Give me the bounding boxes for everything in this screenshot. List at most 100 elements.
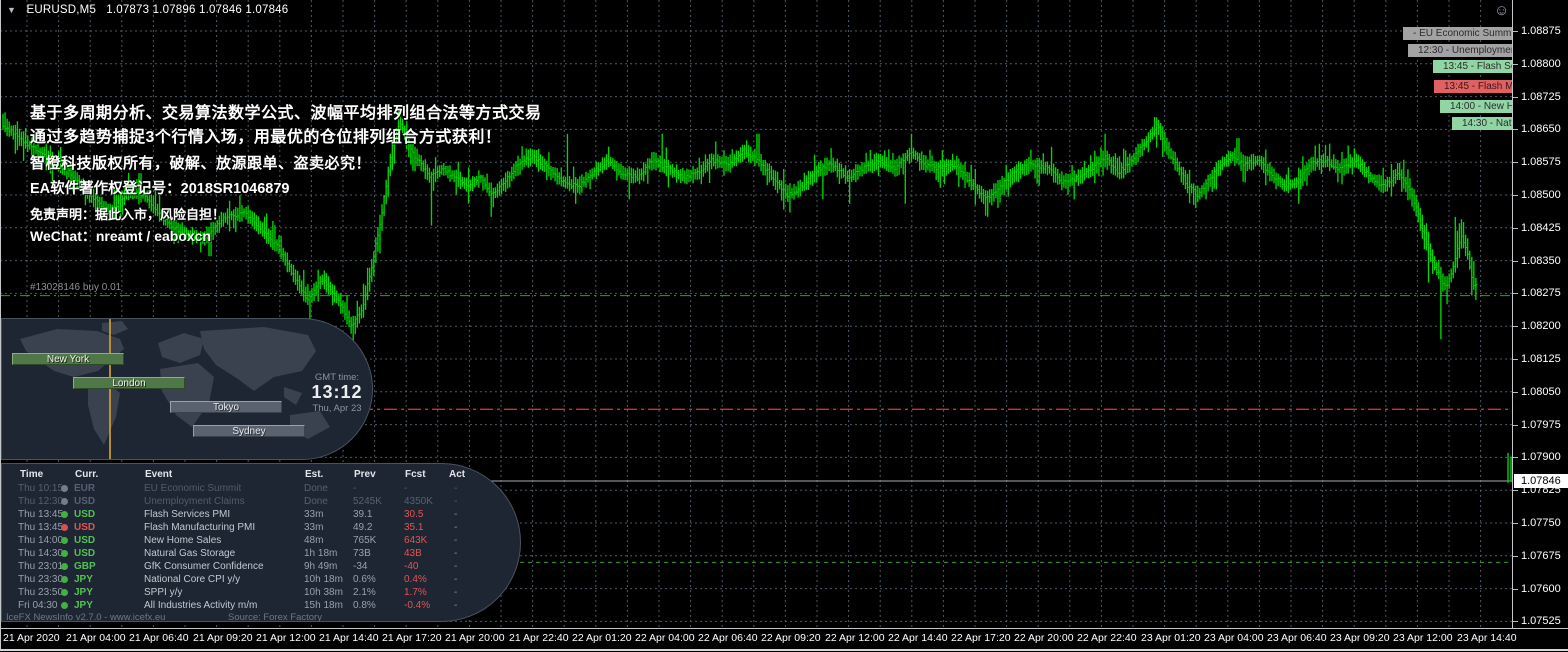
watermark-line-2: 通过多趋势捕捉3个行情入场，用最优的仓位排列组合方式获利！ (30, 123, 501, 147)
window-edge-bottom (0, 649, 1568, 651)
watermark-line-4: EA软件著作权登记号：2018SR1046879 (30, 177, 290, 198)
time-label: 23 Apr 12:00 (1393, 632, 1453, 644)
news-row: Thu 13:45 USD Flash Manufacturing PMI 33… (2, 521, 520, 534)
price-tick (1513, 261, 1518, 262)
price-tick (1513, 31, 1518, 32)
news-panel-source: Source: Forex Factory (228, 612, 322, 622)
price-tick (1513, 425, 1518, 426)
impact-dot-red (61, 524, 68, 531)
impact-dot-green (61, 589, 68, 596)
quote-low: 1.07846 (199, 4, 242, 16)
col-header-event: Event (145, 469, 172, 480)
current-time-marker (109, 319, 111, 460)
time-axis[interactable]: 21 Apr 202021 Apr 04:0021 Apr 06:4021 Ap… (0, 629, 1568, 649)
price-tick (1513, 195, 1518, 196)
price-tick (1513, 162, 1518, 163)
news-row: Thu 13:45 USD Flash Services PMI 33m 39.… (2, 508, 520, 521)
time-label: 22 Apr 01:20 (572, 632, 632, 644)
smiley-icon[interactable]: ☺ (1494, 2, 1509, 19)
impact-dot-green (61, 576, 68, 583)
price-tick (1513, 326, 1518, 327)
axis-separator-horizontal (0, 628, 1568, 629)
session-bar-tokyo: Tokyo (170, 401, 282, 413)
time-label: 21 Apr 12:00 (256, 632, 316, 644)
price-tick (1513, 228, 1518, 229)
impact-dot-green (61, 550, 68, 557)
time-label: 23 Apr 09:20 (1330, 632, 1390, 644)
time-label: 21 Apr 20:00 (445, 632, 505, 644)
mt4-chart-window: ▼ EURUSD,M5 1.07873 1.07896 1.07846 1.07… (0, 0, 1568, 652)
price-tick (1513, 457, 1518, 458)
price-axis[interactable]: 1.088751.088001.087251.086501.085751.085… (1513, 0, 1568, 628)
time-label: 23 Apr 06:40 (1267, 632, 1327, 644)
session-bar-new-york: New York (12, 353, 124, 365)
price-tick (1513, 490, 1518, 491)
news-flag[interactable]: - EU Economic Summit (1403, 27, 1512, 40)
price-label: 1.08875 (1521, 25, 1561, 37)
impact-dot-green (61, 602, 68, 609)
time-label: 21 Apr 09:20 (193, 632, 253, 644)
price-tick (1513, 556, 1518, 557)
news-row: Thu 10:15 EUR EU Economic Summit Done - … (2, 482, 520, 495)
price-label: 1.08125 (1521, 353, 1561, 365)
open-order-label: #13028146 buy 0.01 (30, 282, 121, 293)
gmt-time-value: 13:12 (298, 382, 373, 403)
time-label: 22 Apr 09:20 (761, 632, 821, 644)
time-label: 22 Apr 14:40 (888, 632, 948, 644)
time-label: 21 Apr 17:20 (382, 632, 442, 644)
one-click-trading-icon[interactable]: ▼ (7, 5, 16, 15)
market-sessions-panel: New YorkLondonTokyoSydney GMT time: 13:1… (1, 318, 373, 460)
impact-dot-gray (61, 498, 68, 505)
price-label: 1.08575 (1521, 156, 1561, 168)
price-label: 1.07750 (1521, 517, 1561, 529)
price-tick (1513, 621, 1518, 622)
col-header-time: Time (20, 469, 43, 480)
col-header-fcst: Fcst (405, 469, 426, 480)
news-row: Thu 12:30 USD Unemployment Claims Done 5… (2, 495, 520, 508)
price-tick (1513, 589, 1518, 590)
time-label: 22 Apr 20:00 (1014, 632, 1074, 644)
col-header-act: Act (449, 469, 465, 480)
impact-dot-green (61, 511, 68, 518)
price-label: 1.07900 (1521, 451, 1561, 463)
time-label: 22 Apr 06:40 (698, 632, 758, 644)
quote-close: 1.07846 (245, 4, 288, 16)
window-edge-left (0, 0, 1, 649)
time-label: 22 Apr 04:00 (635, 632, 695, 644)
news-flag[interactable]: 13:45 - Flash Manufacturing PMI (1434, 80, 1512, 93)
col-header-prev: Prev (354, 469, 376, 480)
quote-info-bar[interactable]: ▼ EURUSD,M5 1.07873 1.07896 1.07846 1.07… (7, 4, 288, 16)
time-label: 21 Apr 22:40 (509, 632, 569, 644)
impact-dot-green (61, 537, 68, 544)
price-label: 1.08050 (1521, 386, 1561, 398)
price-label: 1.08425 (1521, 222, 1561, 234)
price-tick (1513, 129, 1518, 130)
symbol-period: EURUSD,M5 (27, 4, 97, 16)
price-label: 1.08650 (1521, 123, 1561, 135)
price-tick (1513, 359, 1518, 360)
price-label: 1.07975 (1521, 419, 1561, 431)
price-tick (1513, 64, 1518, 65)
news-flag[interactable]: 14:00 - New Home Sales (1440, 100, 1512, 113)
news-calendar-panel: TimeCurr.EventEst.PrevFcstAct Thu 10:15 … (1, 463, 521, 622)
time-label: 21 Apr 06:40 (129, 632, 189, 644)
price-label: 1.08200 (1521, 320, 1561, 332)
time-label: 23 Apr 01:20 (1141, 632, 1201, 644)
time-label: 21 Apr 14:40 (319, 632, 379, 644)
col-header-curr: Curr. (75, 469, 98, 480)
news-flag[interactable]: 13:45 - Flash Services PMI (1433, 60, 1512, 73)
time-label: 23 Apr 04:00 (1204, 632, 1264, 644)
time-label: 22 Apr 12:00 (825, 632, 885, 644)
news-row: Thu 23:01 GBP GfK Consumer Confidence 9h… (2, 560, 520, 573)
watermark-line-1: 基于多周期分析、交易算法数学公式、波幅平均排列组合法等方式交易 (30, 99, 542, 123)
quote-open: 1.07873 (106, 4, 149, 16)
impact-dot-green (61, 563, 68, 570)
price-label: 1.07675 (1521, 550, 1561, 562)
news-row: Thu 23:30 JPY National Core CPI y/y 10h … (2, 573, 520, 586)
news-row: Thu 14:00 USD New Home Sales 48m 765K 64… (2, 534, 520, 547)
news-flag[interactable]: 12:30 - Unemployment Claims (1408, 44, 1512, 57)
news-panel-credit: IceFX NewsInfo v2.7.0 - www.icefx.eu (6, 612, 165, 622)
news-flag[interactable]: 14:30 - Natural Gas Storage (1452, 117, 1512, 130)
news-row: Thu 23:50 JPY SPPI y/y 10h 38m 2.1% 1.7%… (2, 586, 520, 599)
time-label: 23 Apr 14:40 (1457, 632, 1517, 644)
